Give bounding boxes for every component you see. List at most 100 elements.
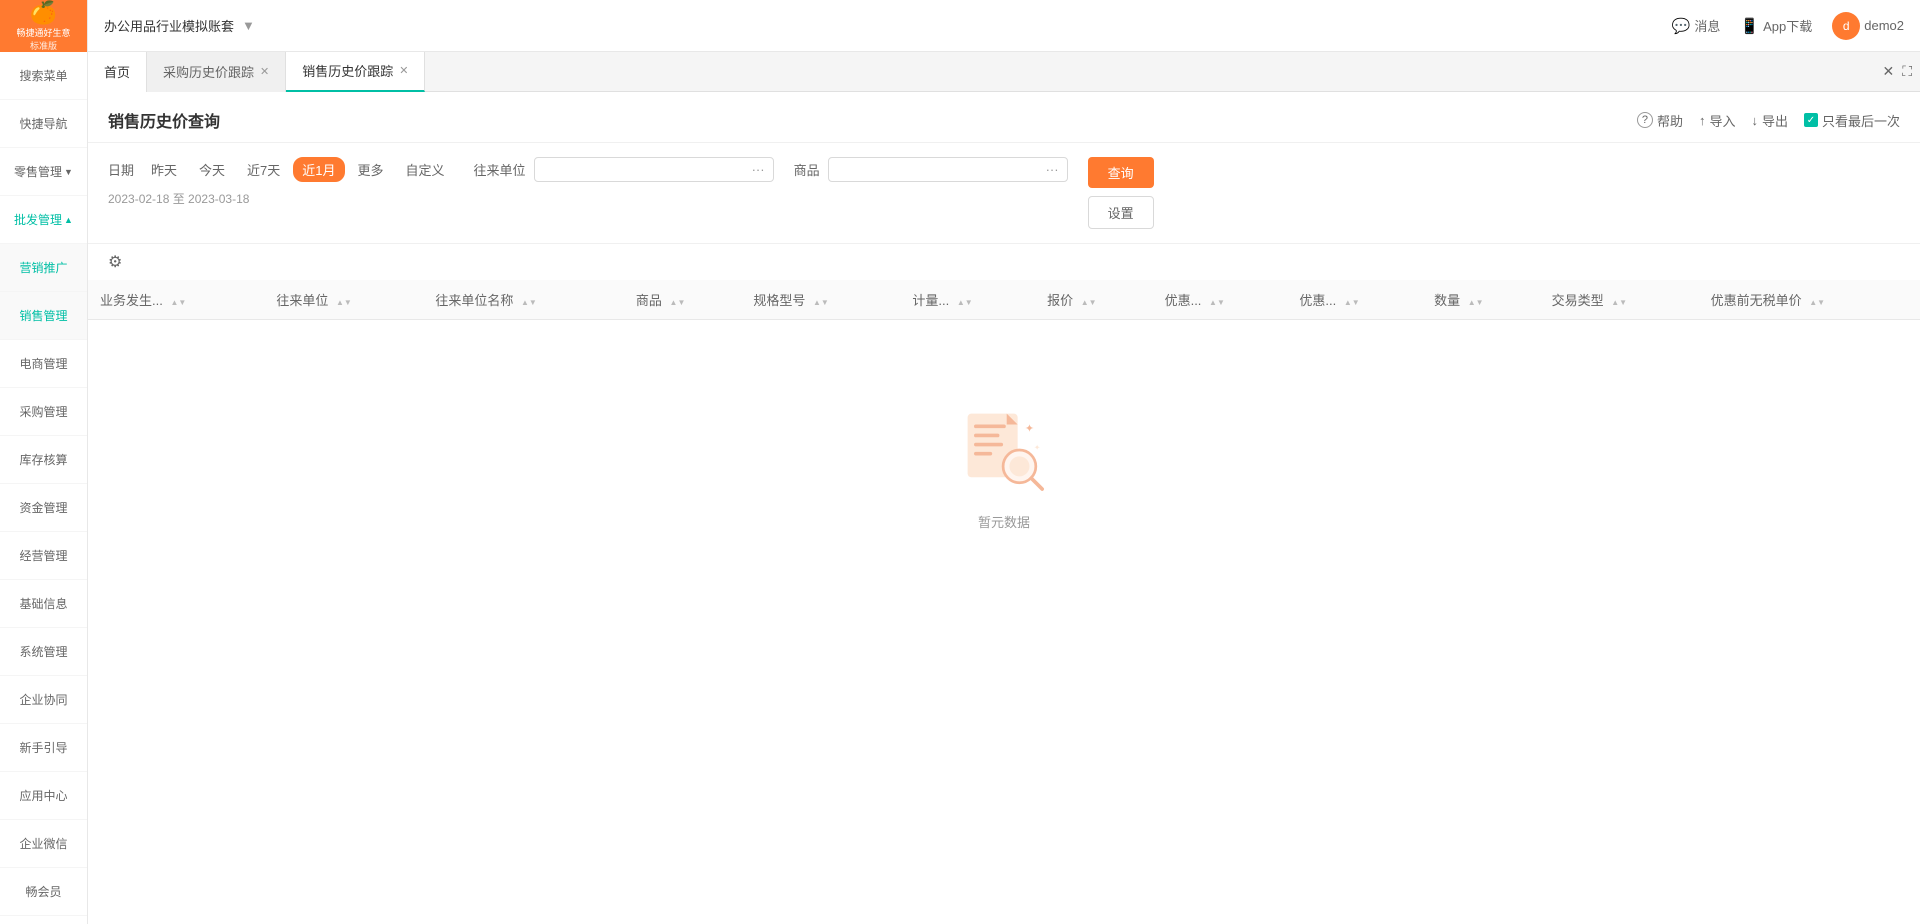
col-partner-code-sort[interactable]: ▲▼ [336,298,352,307]
partner-input[interactable] [543,162,752,177]
sidebar-item-inventory[interactable]: 库存核算 [0,436,87,484]
sidebar-item-vip[interactable]: 畅会员 [0,868,87,916]
logo-icon: 🍊 [30,0,57,26]
date-btn-today[interactable]: 今天 [190,157,234,182]
col-spec-sort[interactable]: ▲▼ [813,298,829,307]
date-btn-yesterday[interactable]: 昨天 [142,157,186,182]
page-header: 销售历史价查询 ? 帮助 ↑ 导入 ↓ 导出 ✓ 只看最后一次 [88,92,1920,143]
tabs-fullscreen-button[interactable]: ⛶ [1902,63,1912,80]
col-pre-tax-price-sort[interactable]: ▲▼ [1809,298,1825,307]
tab-sales-history-label: 销售历史价跟踪 [302,61,393,80]
col-unit[interactable]: 计量... ▲▼ [900,280,1035,320]
col-biz-date[interactable]: 业务发生... ▲▼ [88,280,264,320]
table-settings-icon[interactable]: ⚙ [108,252,122,272]
tab-purchase-history-close[interactable]: ✕ [260,65,269,78]
sidebar-item-wholesale[interactable]: 批发管理▲ [0,196,87,244]
partner-dots[interactable]: ··· [752,162,765,177]
col-partner-code-label: 往来单位 [276,293,328,308]
sidebar-item-enterprise-wechat[interactable]: 企业微信 [0,820,87,868]
col-spec[interactable]: 规格型号 ▲▼ [741,280,900,320]
tab-purchase-history[interactable]: 采购历史价跟踪 ✕ [147,52,286,92]
sidebar-item-label: 批发管理▲ [14,211,73,228]
setting-button[interactable]: 设置 [1088,196,1154,229]
sidebar-item-purchase[interactable]: 采购管理 [0,388,87,436]
col-trade-type-sort[interactable]: ▲▼ [1611,298,1627,307]
export-button[interactable]: ↓ 导出 [1751,111,1788,130]
sidebar-item-quick-nav[interactable]: 快捷导航 [0,100,87,148]
sidebar-item-sales-mgmt[interactable]: 销售管理 [0,292,87,340]
goods-input-wrap[interactable]: ··· [828,157,1068,182]
import-button[interactable]: ↑ 导入 [1699,111,1736,130]
goods-label: 商品 [794,160,820,179]
col-partner-name-sort[interactable]: ▲▼ [521,298,537,307]
sidebar-item-retail[interactable]: 零售管理▼ [0,148,87,196]
sidebar-item-label: 畅会员 [25,883,61,900]
sidebar-item-marketing[interactable]: 营销推广 [0,244,87,292]
filter-bar: 日期 昨天 今天 近7天 近1月 更多 自定义 2023-02-18 至 202… [88,143,1920,244]
col-discount1-sort[interactable]: ▲▼ [1209,298,1225,307]
import-label: 导入 [1709,111,1735,130]
sidebar-item-label: 资金管理 [19,499,67,516]
goods-input[interactable] [837,162,1046,177]
sidebar-item-ecommerce[interactable]: 电商管理 [0,340,87,388]
user-menu[interactable]: d demo2 [1832,12,1904,40]
checkbox-checked-icon: ✓ [1804,113,1818,127]
sidebar-item-finance[interactable]: 资金管理 [0,484,87,532]
col-quote-sort[interactable]: ▲▼ [1081,298,1097,307]
col-partner-name[interactable]: 往来单位名称 ▲▼ [423,280,624,320]
sidebar-item-operations[interactable]: 经营管理 [0,532,87,580]
col-pre-tax-price-label: 优惠前无税单价 [1711,293,1802,308]
topbar-dropdown-icon[interactable]: ▼ [242,18,255,33]
sidebar-item-system[interactable]: 系统管理 [0,628,87,676]
date-filter-group: 日期 昨天 今天 近7天 近1月 更多 自定义 2023-02-18 至 202… [108,157,454,207]
table-header-row: 业务发生... ▲▼ 往来单位 ▲▼ 往来单位名称 ▲▼ [88,280,1920,320]
sidebar-item-basic-info[interactable]: 基础信息 [0,580,87,628]
col-qty-label: 数量 [1434,293,1460,308]
goods-dots[interactable]: ··· [1046,162,1059,177]
col-quote[interactable]: 报价 ▲▼ [1035,280,1152,320]
col-trade-type[interactable]: 交易类型 ▲▼ [1540,280,1699,320]
col-discount2-sort[interactable]: ▲▼ [1344,298,1360,307]
tabs-close-all-button[interactable]: ✕ [1882,63,1894,80]
sidebar-item-search-menu[interactable]: 搜索菜单 [0,52,87,100]
col-pre-tax-price[interactable]: 优惠前无税单价 ▲▼ [1699,280,1920,320]
sidebar-logo[interactable]: 🍊 畅捷通好生意 标准版 [0,0,87,52]
sidebar-item-app-center[interactable]: 应用中心 [0,772,87,820]
help-button[interactable]: ? 帮助 [1637,111,1683,130]
tab-sales-history[interactable]: 销售历史价跟踪 ✕ [286,52,425,92]
table-container: 业务发生... ▲▼ 往来单位 ▲▼ 往来单位名称 ▲▼ [88,280,1920,611]
tab-home[interactable]: 首页 [88,52,147,92]
sidebar-item-label: 应用中心 [19,787,67,804]
col-discount1[interactable]: 优惠... ▲▼ [1153,280,1288,320]
col-goods[interactable]: 商品 ▲▼ [624,280,741,320]
sidebar-item-new-user[interactable]: 新手引导 [0,724,87,772]
date-btn-last1m[interactable]: 近1月 [293,157,344,182]
tab-sales-history-close[interactable]: ✕ [399,64,408,77]
topbar: 办公用品行业模拟账套 ▼ 💬 消息 📱 App下载 d demo2 [88,0,1920,52]
date-btn-last7[interactable]: 近7天 [238,157,289,182]
topbar-left: 办公用品行业模拟账套 ▼ [104,16,255,35]
sidebar-item-label: 快捷导航 [19,115,67,132]
sidebar-item-enterprise-collab[interactable]: 企业协同 [0,676,87,724]
app-download-button[interactable]: 📱 App下载 [1740,16,1812,35]
svg-text:✦: ✦ [1025,423,1034,435]
sidebar-item-label: 销售管理 [19,307,67,324]
date-btn-more[interactable]: 更多 [349,157,393,182]
message-button[interactable]: 💬 消息 [1672,16,1721,35]
only-last-checkbox[interactable]: ✓ 只看最后一次 [1804,111,1900,130]
app-download-label: App下载 [1763,16,1812,35]
page-title: 销售历史价查询 [108,108,220,132]
col-biz-date-sort[interactable]: ▲▼ [170,298,186,307]
data-table: 业务发生... ▲▼ 往来单位 ▲▼ 往来单位名称 ▲▼ [88,280,1920,320]
col-qty[interactable]: 数量 ▲▼ [1422,280,1539,320]
query-button[interactable]: 查询 [1088,157,1154,188]
col-goods-sort[interactable]: ▲▼ [670,298,686,307]
col-discount2[interactable]: 优惠... ▲▼ [1287,280,1422,320]
partner-input-wrap[interactable]: ··· [534,157,774,182]
col-unit-sort[interactable]: ▲▼ [957,298,973,307]
svg-text:✦: ✦ [1034,443,1040,452]
col-partner-code[interactable]: 往来单位 ▲▼ [264,280,423,320]
date-btn-custom[interactable]: 自定义 [397,157,454,182]
col-qty-sort[interactable]: ▲▼ [1468,298,1484,307]
logo-subtext: 标准版 [30,39,57,52]
